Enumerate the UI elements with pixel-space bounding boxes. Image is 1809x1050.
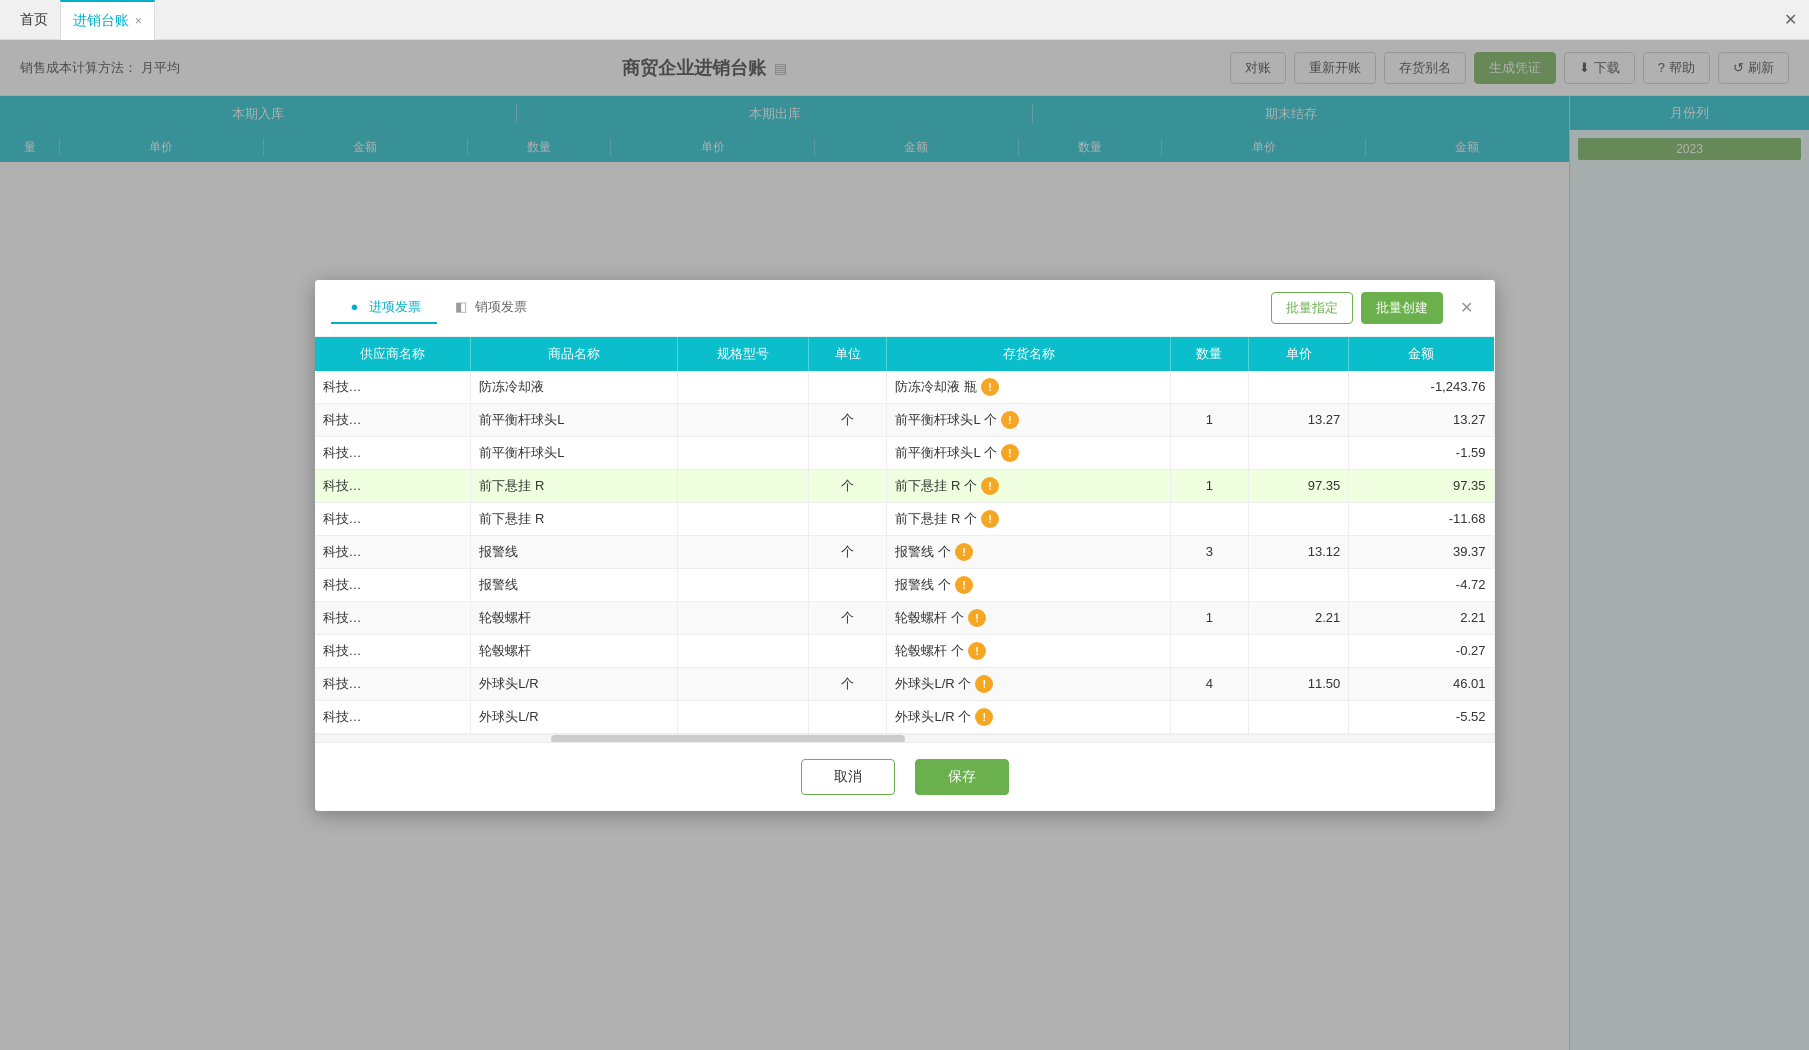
warning-icon: ! [968, 609, 986, 627]
window-close-icon[interactable]: ✕ [1784, 10, 1797, 29]
tab-home[interactable]: 首页 [8, 0, 60, 40]
tab-bar: 首页 进销台账 × ✕ [0, 0, 1809, 40]
table-row: 科技…前下悬挂 R个前下悬挂 R 个!197.3597.35 [315, 469, 1495, 502]
warning-icon: ! [975, 675, 993, 693]
table-row: 科技…前平衡杆球头L前平衡杆球头L 个!-1.59 [315, 436, 1495, 469]
warning-icon: ! [1001, 411, 1019, 429]
warning-icon: ! [981, 510, 999, 528]
warning-icon: ! [1001, 444, 1019, 462]
table-row: 科技…轮毂螺杆个轮毂螺杆 个!12.212.21 [315, 601, 1495, 634]
tab-close-icon[interactable]: × [135, 14, 142, 28]
warning-icon: ! [968, 642, 986, 660]
scrollbar-thumb [551, 735, 905, 742]
th-unit: 单位 [808, 337, 887, 371]
table-row: 科技…前下悬挂 R前下悬挂 R 个!-11.68 [315, 502, 1495, 535]
th-inventory: 存货名称 [887, 337, 1170, 371]
modal-table: 供应商名称 商品名称 规格型号 单位 存货名称 数量 单价 金额 科技…防冻冷却… [315, 337, 1495, 734]
th-spec: 规格型号 [677, 337, 808, 371]
cancel-button[interactable]: 取消 [801, 759, 895, 795]
modal-dialog: ● 进项发票 ◧ 销项发票 批量指定 批量创建 ✕ [315, 280, 1495, 811]
th-price: 单价 [1249, 337, 1349, 371]
table-row: 科技…外球头L/R外球头L/R 个!-5.52 [315, 700, 1495, 733]
tab-sale-invoice[interactable]: ◧ 销项发票 [437, 292, 543, 324]
warning-icon: ! [981, 378, 999, 396]
th-product: 商品名称 [471, 337, 677, 371]
warning-icon: ! [955, 543, 973, 561]
table-row: 科技…外球头L/R个外球头L/R 个!411.5046.01 [315, 667, 1495, 700]
modal-footer: 取消 保存 [315, 742, 1495, 811]
tab-current[interactable]: 进销台账 × [60, 0, 155, 40]
batch-assign-button[interactable]: 批量指定 [1271, 292, 1353, 324]
th-supplier: 供应商名称 [315, 337, 471, 371]
batch-create-button[interactable]: 批量创建 [1361, 292, 1443, 324]
modal-close-icon[interactable]: ✕ [1455, 296, 1479, 320]
table-row: 科技…轮毂螺杆轮毂螺杆 个!-0.27 [315, 634, 1495, 667]
warning-icon: ! [981, 477, 999, 495]
modal-overlay: ● 进项发票 ◧ 销项发票 批量指定 批量创建 ✕ [0, 40, 1809, 1050]
warning-icon: ! [955, 576, 973, 594]
warning-icon: ! [975, 708, 993, 726]
th-qty: 数量 [1170, 337, 1249, 371]
table-row: 科技…防冻冷却液防冻冷却液 瓶!-1,243.76 [315, 371, 1495, 404]
table-row: 科技…前平衡杆球头L个前平衡杆球头L 个!113.2713.27 [315, 403, 1495, 436]
save-button[interactable]: 保存 [915, 759, 1009, 795]
tab-purchase-invoice[interactable]: ● 进项发票 [331, 292, 437, 324]
horizontal-scrollbar[interactable] [315, 734, 1495, 742]
modal-header: ● 进项发票 ◧ 销项发票 批量指定 批量创建 ✕ [315, 280, 1495, 337]
th-amount: 金额 [1349, 337, 1494, 371]
main-area: 销售成本计算方法： 月平均 商贸企业进销台账 ▤ 对账 重新开账 存货别名 生成… [0, 40, 1809, 1050]
modal-actions: 批量指定 批量创建 [1271, 292, 1443, 324]
table-row: 科技…报警线个报警线 个!313.1239.37 [315, 535, 1495, 568]
purchase-tab-icon: ● [347, 299, 363, 315]
table-row: 科技…报警线报警线 个!-4.72 [315, 568, 1495, 601]
sale-tab-icon: ◧ [453, 299, 469, 315]
modal-tabs: ● 进项发票 ◧ 销项发票 [331, 292, 1271, 324]
